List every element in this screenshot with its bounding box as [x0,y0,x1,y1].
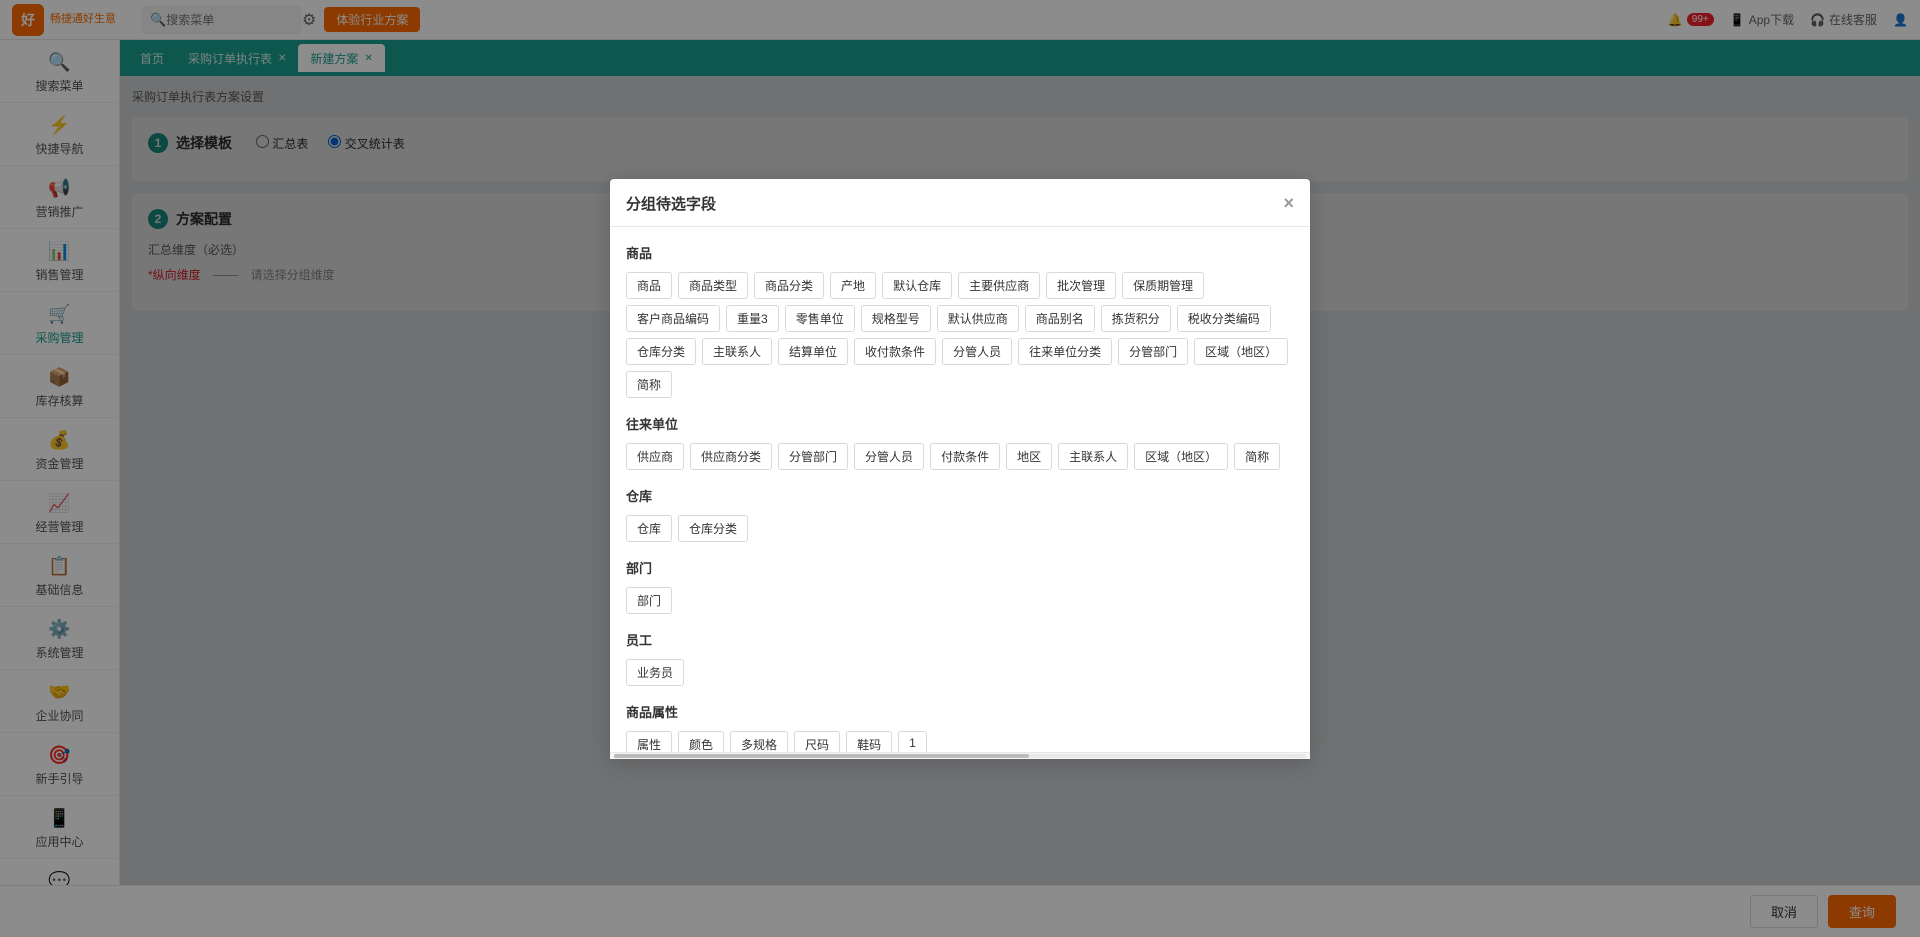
field-tag-cp-4[interactable]: 付款条件 [930,443,1000,470]
field-tag-goods-9[interactable]: 重量3 [726,305,779,332]
field-tag-cp-1[interactable]: 供应商分类 [690,443,772,470]
field-group-goods-title: 商品 [626,243,1294,262]
field-group-goods: 商品 商品 商品类型 商品分类 产地 默认仓库 主要供应商 批次管理 保质期管理… [626,243,1294,398]
field-tag-goods-17[interactable]: 主联系人 [702,338,772,365]
field-tag-goods-13[interactable]: 商品别名 [1025,305,1095,332]
modal-body: 商品 商品 商品类型 商品分类 产地 默认仓库 主要供应商 批次管理 保质期管理… [610,227,1310,752]
field-tag-cp-5[interactable]: 地区 [1006,443,1052,470]
field-tags-goods: 商品 商品类型 商品分类 产地 默认仓库 主要供应商 批次管理 保质期管理 客户… [626,272,1294,398]
field-tag-goods-4[interactable]: 默认仓库 [882,272,952,299]
field-tag-attr-1[interactable]: 颜色 [678,731,724,752]
field-tag-cp-2[interactable]: 分管部门 [778,443,848,470]
field-tag-cp-3[interactable]: 分管人员 [854,443,924,470]
field-group-goods-attr-title: 商品属性 [626,702,1294,721]
field-tags-goods-attr: 属性 颜色 多规格 尺码 鞋码 1 [626,731,1294,752]
field-tag-goods-16[interactable]: 仓库分类 [626,338,696,365]
field-group-counterpart: 往来单位 供应商 供应商分类 分管部门 分管人员 付款条件 地区 主联系人 区域… [626,414,1294,470]
field-tags-employee: 业务员 [626,659,1294,686]
modal-title: 分组待选字段 [626,193,716,214]
field-tag-attr-2[interactable]: 多规格 [730,731,788,752]
field-tag-wh-0[interactable]: 仓库 [626,515,672,542]
field-tag-attr-0[interactable]: 属性 [626,731,672,752]
field-tag-goods-18[interactable]: 结算单位 [778,338,848,365]
hscroll-thumb[interactable] [614,754,1029,758]
field-tag-dept-0[interactable]: 部门 [626,587,672,614]
field-tag-cp-7[interactable]: 区域（地区） [1134,443,1228,470]
modal-close-btn[interactable]: × [1283,194,1294,212]
field-tag-cp-6[interactable]: 主联系人 [1058,443,1128,470]
modal-hscroll [610,752,1310,759]
field-tag-cp-8[interactable]: 简称 [1234,443,1280,470]
hscroll-track [614,754,1306,758]
field-tag-goods-3[interactable]: 产地 [830,272,876,299]
field-tag-goods-23[interactable]: 区域（地区） [1194,338,1288,365]
modal-header: 分组待选字段 × [610,179,1310,227]
field-group-counterpart-title: 往来单位 [626,414,1294,433]
field-select-modal: 分组待选字段 × 商品 商品 商品类型 商品分类 产地 默认仓库 主要供应商 批… [610,179,1310,759]
field-tag-goods-21[interactable]: 往来单位分类 [1018,338,1112,365]
field-tag-emp-0[interactable]: 业务员 [626,659,684,686]
field-tag-goods-8[interactable]: 客户商品编码 [626,305,720,332]
modal-backdrop: 分组待选字段 × 商品 商品 商品类型 商品分类 产地 默认仓库 主要供应商 批… [0,0,1920,937]
field-group-employee-title: 员工 [626,630,1294,649]
field-group-goods-attr: 商品属性 属性 颜色 多规格 尺码 鞋码 1 [626,702,1294,752]
field-tag-attr-3[interactable]: 尺码 [794,731,840,752]
field-tag-goods-2[interactable]: 商品分类 [754,272,824,299]
field-tag-goods-11[interactable]: 规格型号 [861,305,931,332]
field-tag-goods-0[interactable]: 商品 [626,272,672,299]
field-tag-attr-5[interactable]: 1 [898,731,927,752]
field-group-department: 部门 部门 [626,558,1294,614]
field-group-warehouse-title: 仓库 [626,486,1294,505]
field-tag-goods-15[interactable]: 税收分类编码 [1177,305,1271,332]
field-tag-goods-20[interactable]: 分管人员 [942,338,1012,365]
field-group-employee: 员工 业务员 [626,630,1294,686]
field-group-warehouse: 仓库 仓库 仓库分类 [626,486,1294,542]
field-tag-attr-4[interactable]: 鞋码 [846,731,892,752]
field-tags-warehouse: 仓库 仓库分类 [626,515,1294,542]
field-tag-goods-6[interactable]: 批次管理 [1046,272,1116,299]
field-tags-counterpart: 供应商 供应商分类 分管部门 分管人员 付款条件 地区 主联系人 区域（地区） … [626,443,1294,470]
field-tag-goods-10[interactable]: 零售单位 [785,305,855,332]
field-tags-department: 部门 [626,587,1294,614]
field-tag-goods-24[interactable]: 简称 [626,371,672,398]
field-tag-goods-1[interactable]: 商品类型 [678,272,748,299]
field-tag-wh-1[interactable]: 仓库分类 [678,515,748,542]
field-tag-goods-14[interactable]: 拣货积分 [1101,305,1171,332]
field-tag-cp-0[interactable]: 供应商 [626,443,684,470]
field-tag-goods-22[interactable]: 分管部门 [1118,338,1188,365]
field-tag-goods-12[interactable]: 默认供应商 [937,305,1019,332]
field-tag-goods-7[interactable]: 保质期管理 [1122,272,1204,299]
field-tag-goods-19[interactable]: 收付款条件 [854,338,936,365]
field-tag-goods-5[interactable]: 主要供应商 [958,272,1040,299]
field-group-department-title: 部门 [626,558,1294,577]
